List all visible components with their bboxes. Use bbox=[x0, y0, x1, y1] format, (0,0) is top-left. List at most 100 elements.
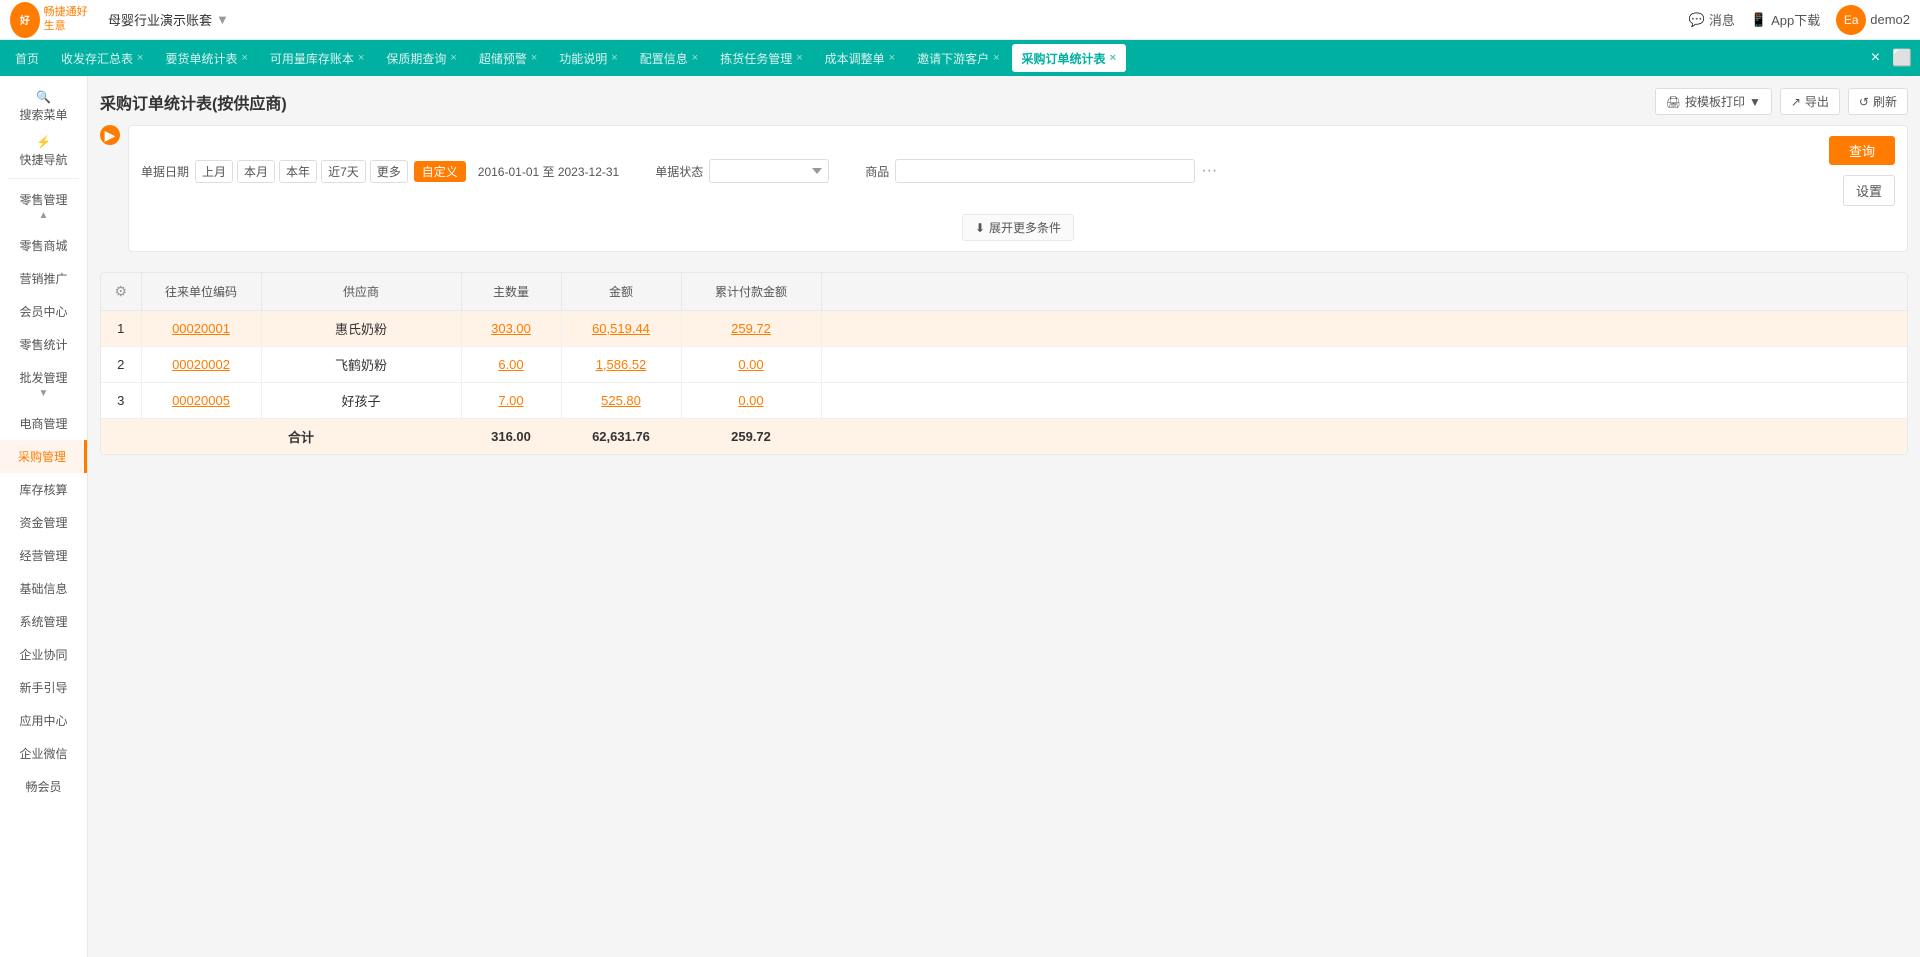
sidebar-item-members[interactable]: 会员中心 bbox=[0, 295, 87, 328]
sidebar-item-enterprise-wechat[interactable]: 企业微信 bbox=[0, 737, 87, 770]
row-supplier: 好孩子 bbox=[261, 383, 461, 419]
query-button[interactable]: 查询 bbox=[1829, 136, 1895, 165]
tab-expiry[interactable]: 保质期查询 × bbox=[376, 44, 466, 72]
col-amount-header: 金额 bbox=[561, 273, 681, 311]
row-qty: 6.00 bbox=[461, 347, 561, 383]
row-qty: 7.00 bbox=[461, 383, 561, 419]
sidebar-item-membership[interactable]: 畅会员 bbox=[0, 770, 87, 803]
tab-cost-adjust[interactable]: 成本调整单 × bbox=[815, 44, 905, 72]
row-rest bbox=[821, 383, 1907, 419]
tab-order-stats[interactable]: 要货单统计表 × bbox=[155, 44, 257, 72]
qty-link[interactable]: 7.00 bbox=[498, 393, 523, 408]
refresh-button[interactable]: ↺ 刷新 bbox=[1848, 88, 1908, 115]
date-btn-this-year[interactable]: 本年 bbox=[279, 160, 317, 183]
expand-more-button[interactable]: ⬇ 展开更多条件 bbox=[962, 214, 1074, 241]
code-link[interactable]: 00020002 bbox=[172, 357, 230, 372]
tab-receipt-summary[interactable]: 收发存汇总表 × bbox=[51, 44, 153, 72]
sidebar-item-wholesale[interactable]: 批发管理 ▼ bbox=[0, 361, 87, 407]
status-select[interactable] bbox=[709, 159, 829, 183]
date-btn-this-month[interactable]: 本月 bbox=[237, 160, 275, 183]
tab-close-icon[interactable]: × bbox=[137, 52, 143, 64]
tab-close-icon[interactable]: × bbox=[1110, 52, 1116, 64]
sidebar-item-retail-store[interactable]: 零售商城 bbox=[0, 229, 87, 262]
tab-invite-downstream[interactable]: 邀请下游客户 × bbox=[907, 44, 1009, 72]
workspace-selector[interactable]: 母婴行业演示账套 ▼ bbox=[108, 10, 229, 29]
sidebar-item-inventory[interactable]: 库存核算 bbox=[0, 473, 87, 506]
amount-link[interactable]: 525.80 bbox=[601, 393, 641, 408]
sidebar-quick-nav[interactable]: ⚡ 快捷导航 bbox=[0, 129, 87, 174]
export-button[interactable]: ↗ 导出 bbox=[1780, 88, 1840, 115]
tab-close-icon[interactable]: × bbox=[611, 52, 617, 64]
settings-button[interactable]: 设置 bbox=[1843, 175, 1895, 206]
date-btn-more[interactable]: 更多 bbox=[370, 160, 408, 183]
tab-close-icon[interactable]: × bbox=[692, 52, 698, 64]
sidebar-item-operations[interactable]: 经营管理 bbox=[0, 539, 87, 572]
paid-link[interactable]: 259.72 bbox=[731, 321, 771, 336]
refresh-icon: ↺ bbox=[1859, 95, 1869, 109]
tab-overstock-warning[interactable]: 超储预警 × bbox=[469, 44, 547, 72]
amount-link[interactable]: 60,519.44 bbox=[592, 321, 650, 336]
sidebar-item-retail-mgmt[interactable]: 零售管理 ▲ bbox=[0, 183, 87, 229]
sidebar-item-purchase[interactable]: 采购管理 bbox=[0, 440, 87, 473]
app-download-button[interactable]: 📱 App下载 bbox=[1751, 10, 1820, 29]
paid-link[interactable]: 0.00 bbox=[738, 357, 763, 372]
sidebar-item-newbie-guide[interactable]: 新手引导 bbox=[0, 671, 87, 704]
tab-close-icon[interactable]: × bbox=[531, 52, 537, 64]
goods-input[interactable] bbox=[895, 159, 1195, 183]
tab-available-stock[interactable]: 可用量库存账本 × bbox=[260, 44, 374, 72]
template-print-button[interactable]: 🖨 按模板打印 ▼ bbox=[1655, 88, 1772, 115]
svg-text:好: 好 bbox=[19, 14, 30, 27]
logo-text: 畅捷通好生意 bbox=[44, 6, 98, 32]
date-quick-btns: 上月 本月 本年 近7天 更多 bbox=[195, 160, 408, 183]
col-code-header: 往来单位编码 bbox=[141, 273, 261, 311]
nav-window-maximize-icon[interactable]: ⬜ bbox=[1888, 48, 1916, 68]
qty-link[interactable]: 6.00 bbox=[498, 357, 523, 372]
sidebar-item-app-center[interactable]: 应用中心 bbox=[0, 704, 87, 737]
tab-close-icon[interactable]: × bbox=[993, 52, 999, 64]
user-menu[interactable]: Ea demo2 bbox=[1836, 5, 1910, 35]
date-btn-7days[interactable]: 近7天 bbox=[321, 160, 366, 183]
date-btn-last-month[interactable]: 上月 bbox=[195, 160, 233, 183]
sidebar-item-finance[interactable]: 资金管理 bbox=[0, 506, 87, 539]
tab-close-icon[interactable]: × bbox=[796, 52, 802, 64]
tab-close-icon[interactable]: × bbox=[358, 52, 364, 64]
code-link[interactable]: 00020005 bbox=[172, 393, 230, 408]
col-qty-header: 主数量 bbox=[461, 273, 561, 311]
col-paid-header: 累计付款金额 bbox=[681, 273, 821, 311]
filter-date-range-group: 2016-01-01 至 2023-12-31 bbox=[478, 163, 619, 180]
quick-nav-icon: ⚡ bbox=[36, 135, 51, 149]
tab-close-icon[interactable]: × bbox=[889, 52, 895, 64]
column-settings-icon[interactable]: ⚙ bbox=[114, 283, 127, 299]
messages-button[interactable]: 💬 消息 bbox=[1689, 10, 1735, 29]
amount-link[interactable]: 1,586.52 bbox=[596, 357, 647, 372]
chevron-down-icon: ▼ bbox=[39, 388, 49, 399]
sidebar-item-system[interactable]: 系统管理 bbox=[0, 605, 87, 638]
sidebar-item-enterprise-collab[interactable]: 企业协同 bbox=[0, 638, 87, 671]
tab-purchase-order-stats[interactable]: 采购订单统计表 × bbox=[1012, 44, 1126, 72]
tab-config[interactable]: 配置信息 × bbox=[630, 44, 708, 72]
row-index: 2 bbox=[101, 347, 141, 383]
tab-close-icon[interactable]: × bbox=[450, 52, 456, 64]
sidebar-item-marketing[interactable]: 营销推广 bbox=[0, 262, 87, 295]
filter-toggle-button[interactable]: ▶ bbox=[100, 125, 120, 145]
goods-more-icon[interactable]: ··· bbox=[1201, 162, 1217, 180]
nav-window-close-icon[interactable]: × bbox=[1867, 49, 1884, 67]
code-link[interactable]: 00020001 bbox=[172, 321, 230, 336]
sidebar-item-retail-stats[interactable]: 零售统计 bbox=[0, 328, 87, 361]
app-icon: 📱 bbox=[1751, 12, 1767, 28]
paid-link[interactable]: 0.00 bbox=[738, 393, 763, 408]
row-index: 3 bbox=[101, 383, 141, 419]
tab-pick-task[interactable]: 拣货任务管理 × bbox=[710, 44, 812, 72]
row-paid: 0.00 bbox=[681, 347, 821, 383]
tab-home[interactable]: 首页 bbox=[5, 44, 49, 72]
qty-link[interactable]: 303.00 bbox=[491, 321, 531, 336]
row-paid: 0.00 bbox=[681, 383, 821, 419]
footer-paid: 259.72 bbox=[681, 419, 821, 455]
sidebar-search[interactable]: 🔍 搜索菜单 bbox=[0, 84, 87, 129]
tab-function-desc[interactable]: 功能说明 × bbox=[549, 44, 627, 72]
tab-close-icon[interactable]: × bbox=[241, 52, 247, 64]
expand-icon: ⬇ bbox=[975, 221, 985, 235]
custom-date-badge[interactable]: 自定义 bbox=[414, 161, 466, 182]
sidebar-item-basic-info[interactable]: 基础信息 bbox=[0, 572, 87, 605]
sidebar-item-ecommerce[interactable]: 电商管理 bbox=[0, 407, 87, 440]
